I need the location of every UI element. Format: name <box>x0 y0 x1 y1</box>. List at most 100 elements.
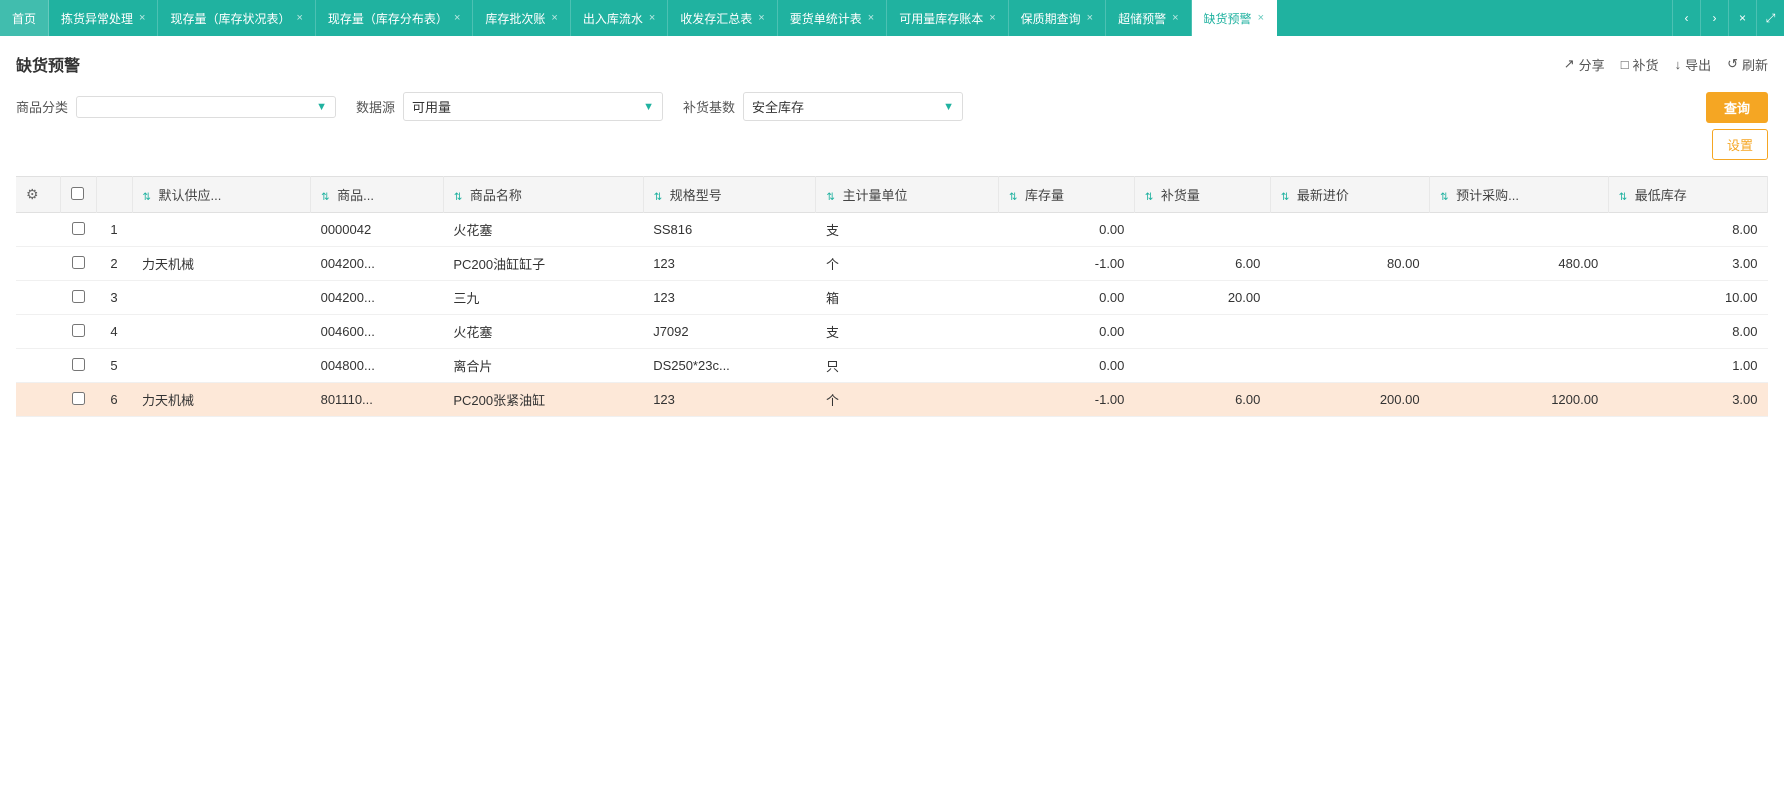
tab-collect-summary[interactable]: 收发存汇总表 × <box>668 0 777 36</box>
col-header-est-purchase[interactable]: ⇅ 预计采购... <box>1430 177 1609 213</box>
tab-shortage[interactable]: 缺货预警 × <box>1192 0 1277 36</box>
select-all-checkbox[interactable] <box>71 187 84 200</box>
tab-prev-button[interactable]: ‹ <box>1672 0 1700 36</box>
col-header-product-code[interactable]: ⇅ 商品... <box>311 177 444 213</box>
row-supplier-1: 力天机械 <box>132 247 311 281</box>
tab-home[interactable]: 首页 <box>0 0 49 36</box>
close-tab-batch-account[interactable]: × <box>551 12 557 24</box>
col-header-replenish-qty[interactable]: ⇅ 补货量 <box>1134 177 1270 213</box>
tab-close-button[interactable]: × <box>1728 0 1756 36</box>
row-checkbox-2[interactable] <box>72 290 85 303</box>
close-tab-inventory-status[interactable]: × <box>296 12 302 24</box>
share-action[interactable]: ↗ 分享 <box>1564 55 1605 74</box>
close-tab-inout-flow[interactable]: × <box>649 12 655 24</box>
row-check-0[interactable] <box>60 213 96 247</box>
export-icon: ↓ <box>1675 57 1682 72</box>
row-checkbox-5[interactable] <box>72 392 85 405</box>
close-tab-available-ledger[interactable]: × <box>989 12 995 24</box>
tab-inventory-dist[interactable]: 现存量（库存分布表） × <box>316 0 473 36</box>
close-tab-inventory-dist[interactable]: × <box>454 12 460 24</box>
gear-icon[interactable]: ⚙ <box>26 186 39 202</box>
refresh-action[interactable]: ↺ 刷新 <box>1727 55 1768 74</box>
row-check-3[interactable] <box>60 315 96 349</box>
row-stock-3: 0.00 <box>998 315 1134 349</box>
row-latest-price-2 <box>1270 281 1429 315</box>
row-unit-3: 支 <box>816 315 998 349</box>
row-min-stock-5: 3.00 <box>1608 383 1767 417</box>
col-header-supplier[interactable]: ⇅ 默认供应... <box>132 177 311 213</box>
datasource-label: 数据源 <box>356 97 395 116</box>
row-settings-0 <box>16 213 60 247</box>
table-row: 5 004800... 离合片 DS250*23c... 只 0.00 1.00 <box>16 349 1768 383</box>
col-header-stock[interactable]: ⇅ 库存量 <box>998 177 1134 213</box>
tab-inout-flow[interactable]: 出入库流水 × <box>571 0 668 36</box>
tab-exception[interactable]: 拣货异常处理 × <box>49 0 158 36</box>
close-tab-exception[interactable]: × <box>139 12 145 24</box>
row-check-2[interactable] <box>60 281 96 315</box>
page-title-bar: 缺货预警 ↗ 分享 □ 补货 ↓ 导出 ↺ 刷新 <box>16 52 1768 76</box>
row-est-purchase-5: 1200.00 <box>1430 383 1609 417</box>
row-check-4[interactable] <box>60 349 96 383</box>
category-arrow-icon: ▼ <box>316 101 327 113</box>
row-checkbox-0[interactable] <box>72 222 85 235</box>
row-checkbox-4[interactable] <box>72 358 85 371</box>
row-check-5[interactable] <box>60 383 96 417</box>
row-num-0: 1 <box>96 213 132 247</box>
row-replenish-qty-5: 6.00 <box>1134 383 1270 417</box>
title-actions: ↗ 分享 □ 补货 ↓ 导出 ↺ 刷新 <box>1564 55 1768 74</box>
row-unit-5: 个 <box>816 383 998 417</box>
row-product-code-1: 004200... <box>311 247 444 281</box>
export-action[interactable]: ↓ 导出 <box>1675 55 1712 74</box>
table-row: 6 力天机械 801110... PC200张紧油缸 123 个 -1.00 6… <box>16 383 1768 417</box>
col-header-latest-price[interactable]: ⇅ 最新进价 <box>1270 177 1429 213</box>
table-body: 1 0000042 火花塞 SS816 支 0.00 8.00 2 力天机械 0… <box>16 213 1768 417</box>
col-header-check[interactable] <box>60 177 96 213</box>
tab-fullscreen-button[interactable]: ⤢ <box>1756 0 1784 36</box>
replenish-base-select[interactable]: 安全库存 ▼ <box>743 92 963 121</box>
tab-batch-account[interactable]: 库存批次账 × <box>473 0 570 36</box>
col-header-spec[interactable]: ⇅ 规格型号 <box>643 177 816 213</box>
tab-order-stats[interactable]: 要货单统计表 × <box>778 0 887 36</box>
row-replenish-qty-0 <box>1134 213 1270 247</box>
row-replenish-qty-1: 6.00 <box>1134 247 1270 281</box>
close-tab-collect-summary[interactable]: × <box>758 12 764 24</box>
row-replenish-qty-4 <box>1134 349 1270 383</box>
row-latest-price-1: 80.00 <box>1270 247 1429 281</box>
row-check-1[interactable] <box>60 247 96 281</box>
settings-button[interactable]: 设置 <box>1712 129 1768 160</box>
row-checkbox-3[interactable] <box>72 324 85 337</box>
datasource-select[interactable]: 可用量 ▼ <box>403 92 663 121</box>
row-spec-2: 123 <box>643 281 816 315</box>
row-unit-1: 个 <box>816 247 998 281</box>
close-tab-expiry-query[interactable]: × <box>1087 12 1093 24</box>
row-checkbox-1[interactable] <box>72 256 85 269</box>
col-header-min-stock[interactable]: ⇅ 最低库存 <box>1608 177 1767 213</box>
tab-expiry-query[interactable]: 保质期查询 × <box>1009 0 1106 36</box>
close-tab-order-stats[interactable]: × <box>868 12 874 24</box>
tab-overstock[interactable]: 超储预警 × <box>1106 0 1191 36</box>
row-replenish-qty-2: 20.00 <box>1134 281 1270 315</box>
row-settings-4 <box>16 349 60 383</box>
col-header-unit[interactable]: ⇅ 主计量单位 <box>816 177 998 213</box>
row-latest-price-4 <box>1270 349 1429 383</box>
close-tab-shortage[interactable]: × <box>1258 12 1264 24</box>
query-button[interactable]: 查询 <box>1706 92 1768 123</box>
close-tab-overstock[interactable]: × <box>1172 12 1178 24</box>
category-select[interactable]: ▼ <box>76 96 336 118</box>
replenish-base-filter: 补货基数 安全库存 ▼ <box>683 92 963 121</box>
tab-available-ledger[interactable]: 可用量库存账本 × <box>887 0 1008 36</box>
table-row: 4 004600... 火花塞 J7092 支 0.00 8.00 <box>16 315 1768 349</box>
col-header-product-name[interactable]: ⇅ 商品名称 <box>443 177 643 213</box>
tab-inventory-status[interactable]: 现存量（库存状况表） × <box>158 0 315 36</box>
tab-next-button[interactable]: › <box>1700 0 1728 36</box>
row-min-stock-0: 8.00 <box>1608 213 1767 247</box>
row-est-purchase-1: 480.00 <box>1430 247 1609 281</box>
row-latest-price-5: 200.00 <box>1270 383 1429 417</box>
replenish-action[interactable]: □ 补货 <box>1621 55 1659 74</box>
sort-icon-min-stock: ⇅ <box>1619 192 1627 203</box>
row-num-5: 6 <box>96 383 132 417</box>
row-num-1: 2 <box>96 247 132 281</box>
row-spec-4: DS250*23c... <box>643 349 816 383</box>
col-header-settings[interactable]: ⚙ <box>16 177 60 213</box>
row-product-name-2: 三九 <box>443 281 643 315</box>
